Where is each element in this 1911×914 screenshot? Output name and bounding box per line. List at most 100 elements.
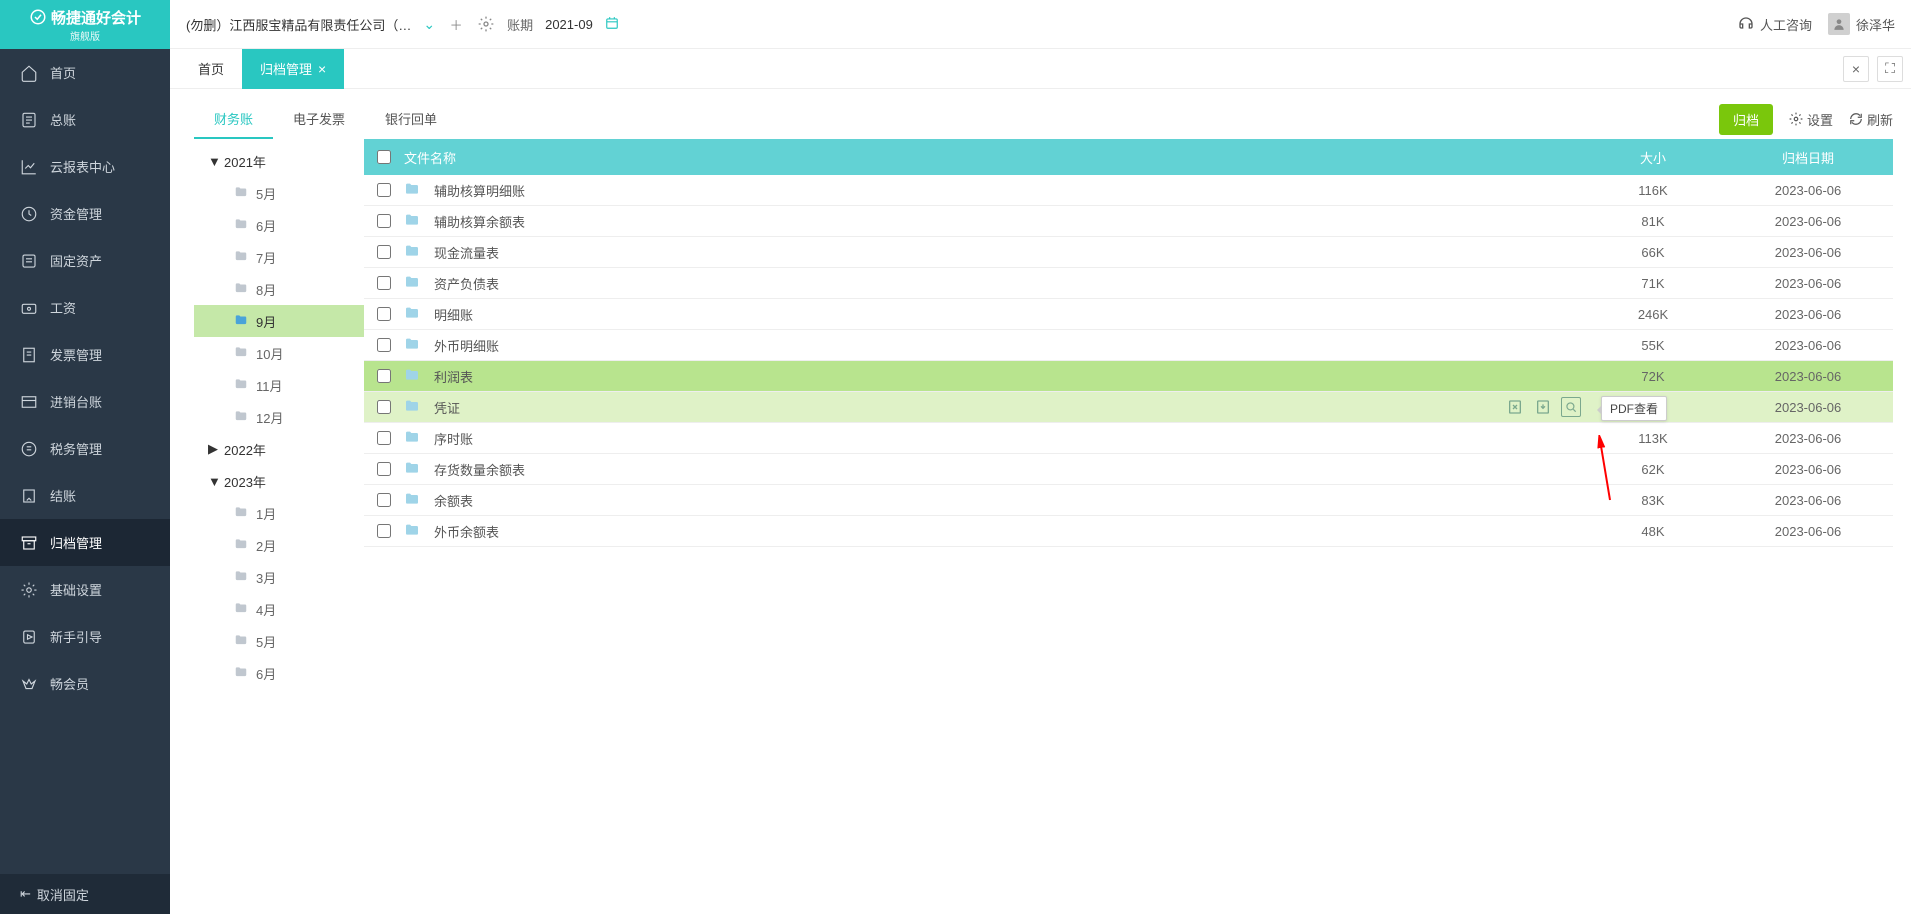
pin-toggle[interactable]: ⇤ 取消固定 (0, 874, 170, 914)
table-row[interactable]: 外币明细账 55K 2023-06-06 (364, 330, 1893, 361)
row-checkbox[interactable] (377, 338, 391, 352)
folder-icon (234, 601, 248, 618)
salary-icon (20, 299, 38, 317)
nav-asset[interactable]: 固定资产 (0, 237, 170, 284)
user-menu[interactable]: 徐泽华 (1828, 13, 1895, 35)
subtab-1[interactable]: 电子发票 (273, 99, 365, 139)
row-checkbox[interactable] (377, 307, 391, 321)
tree-month[interactable]: 11月 (194, 369, 364, 401)
calendar-icon[interactable] (605, 16, 619, 33)
nav-chart[interactable]: 云报表中心 (0, 143, 170, 190)
table-row[interactable]: 辅助核算明细账 116K 2023-06-06 (364, 175, 1893, 206)
tab-home[interactable]: 首页 (180, 49, 242, 89)
tree-month[interactable]: 1月 (194, 497, 364, 529)
tree-month[interactable]: 9月 (194, 305, 364, 337)
refresh-link[interactable]: 刷新 (1849, 110, 1893, 129)
settings-link[interactable]: 设置 (1789, 110, 1833, 129)
table-row[interactable]: 序时账 113K 2023-06-06 (364, 423, 1893, 454)
row-checkbox[interactable] (377, 493, 391, 507)
nav-inout[interactable]: 进销台账 (0, 378, 170, 425)
folder-icon (234, 249, 248, 266)
row-checkbox[interactable] (377, 524, 391, 538)
tab-archive[interactable]: 归档管理× (242, 49, 344, 89)
row-checkbox[interactable] (377, 183, 391, 197)
tree-month[interactable]: 6月 (194, 657, 364, 689)
folder-icon (234, 665, 248, 682)
table-row[interactable]: 凭证 53K 2023-06-06 PDF查看 (364, 392, 1893, 423)
tree-month[interactable]: 12月 (194, 401, 364, 433)
table-row[interactable]: 外币余额表 48K 2023-06-06 (364, 516, 1893, 547)
row-checkbox[interactable] (377, 431, 391, 445)
file-table: 文件名称 大小 归档日期 辅助核算明细账 116K 2023-06-06 辅助核… (364, 139, 1893, 914)
company-selector[interactable]: (勿删）江西服宝精品有限责任公司（… (186, 15, 411, 34)
tree-year[interactable]: ▶2022年 (194, 433, 364, 465)
tree-month[interactable]: 5月 (194, 177, 364, 209)
folder-icon (234, 633, 248, 650)
nav-wallet[interactable]: 资金管理 (0, 190, 170, 237)
nav-tax[interactable]: 税务管理 (0, 425, 170, 472)
folder-icon (234, 377, 248, 394)
row-checkbox[interactable] (377, 276, 391, 290)
company-settings-button[interactable] (477, 15, 495, 33)
nav-home[interactable]: 首页 (0, 49, 170, 96)
tree-month[interactable]: 8月 (194, 273, 364, 305)
period-value[interactable]: 2021-09 (545, 17, 593, 32)
table-row[interactable]: 存货数量余额表 62K 2023-06-06 (364, 454, 1893, 485)
view-pdf-icon[interactable] (1561, 397, 1581, 417)
file-folder-icon (404, 243, 420, 262)
guide-icon (20, 628, 38, 646)
tree-month[interactable]: 6月 (194, 209, 364, 241)
nav-salary[interactable]: 工资 (0, 284, 170, 331)
chevron-down-icon[interactable]: ⌄ (423, 16, 435, 33)
table-row[interactable]: 辅助核算余额表 81K 2023-06-06 (364, 206, 1893, 237)
consult-link[interactable]: 人工咨询 (1738, 15, 1812, 34)
tree-month[interactable]: 5月 (194, 625, 364, 657)
table-row[interactable]: 现金流量表 66K 2023-06-06 (364, 237, 1893, 268)
folder-icon (234, 537, 248, 554)
nav-archive[interactable]: 归档管理 (0, 519, 170, 566)
row-checkbox[interactable] (377, 245, 391, 259)
subtab-2[interactable]: 银行回单 (365, 99, 457, 139)
add-company-button[interactable]: ＋ (447, 15, 465, 33)
file-folder-icon (404, 181, 420, 200)
nav-close-book[interactable]: 结账 (0, 472, 170, 519)
table-row[interactable]: 明细账 246K 2023-06-06 (364, 299, 1893, 330)
brand-name: 畅捷通好会计 (51, 7, 141, 28)
close-icon[interactable]: × (318, 61, 326, 77)
tree-year[interactable]: ▼2021年 (194, 145, 364, 177)
tree-month[interactable]: 4月 (194, 593, 364, 625)
download-excel-icon[interactable] (1505, 397, 1525, 417)
tree-month[interactable]: 3月 (194, 561, 364, 593)
row-checkbox[interactable] (377, 214, 391, 228)
subtabs-bar: 财务账电子发票银行回单 归档 设置 刷新 (170, 99, 1893, 139)
tree-month[interactable]: 7月 (194, 241, 364, 273)
nav-settings[interactable]: 基础设置 (0, 566, 170, 613)
invoice-icon (20, 346, 38, 364)
folder-icon (234, 409, 248, 426)
tree-month[interactable]: 10月 (194, 337, 364, 369)
nav-ledger[interactable]: 总账 (0, 96, 170, 143)
archive-button[interactable]: 归档 (1719, 104, 1773, 135)
fullscreen-button[interactable]: ⛶ (1877, 56, 1903, 82)
tree-month[interactable]: 2月 (194, 529, 364, 561)
table-row[interactable]: 余额表 83K 2023-06-06 (364, 485, 1893, 516)
close-all-tabs-button[interactable]: × (1843, 56, 1869, 82)
nav-vip[interactable]: 畅会员 (0, 660, 170, 707)
close-book-icon (20, 487, 38, 505)
nav-invoice[interactable]: 发票管理 (0, 331, 170, 378)
tax-icon (20, 440, 38, 458)
nav-guide[interactable]: 新手引导 (0, 613, 170, 660)
table-row[interactable]: 利润表 72K 2023-06-06 (364, 361, 1893, 392)
row-checkbox[interactable] (377, 369, 391, 383)
asset-icon (20, 252, 38, 270)
download-pdf-icon[interactable] (1533, 397, 1553, 417)
file-folder-icon (404, 212, 420, 231)
row-checkbox[interactable] (377, 462, 391, 476)
header-size: 大小 (1583, 148, 1723, 167)
select-all-checkbox[interactable] (377, 150, 391, 164)
subtab-0[interactable]: 财务账 (194, 99, 273, 139)
table-header: 文件名称 大小 归档日期 (364, 139, 1893, 175)
row-checkbox[interactable] (377, 400, 391, 414)
tree-year[interactable]: ▼2023年 (194, 465, 364, 497)
table-row[interactable]: 资产负债表 71K 2023-06-06 (364, 268, 1893, 299)
